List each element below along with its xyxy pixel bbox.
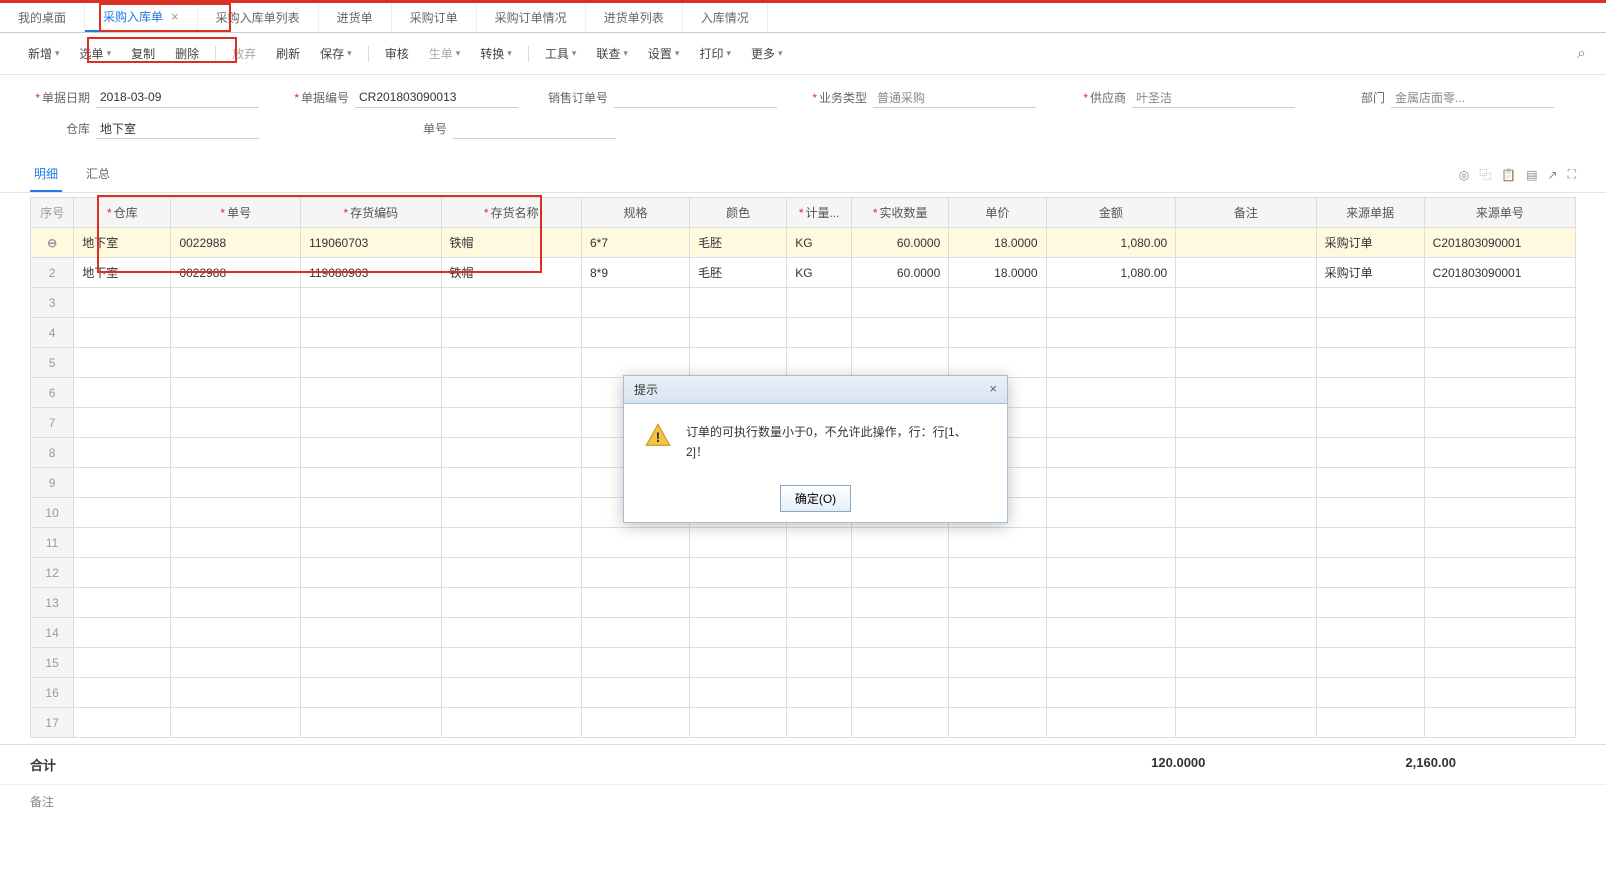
detail-tabs: 明细 汇总 ◎ ⿻ 📋 ▤ ↗ ⛶ xyxy=(0,157,1606,193)
settings-button[interactable]: 设置▾ xyxy=(640,41,688,66)
print-button[interactable]: 打印▾ xyxy=(691,41,739,66)
doc-date-input[interactable] xyxy=(96,87,259,108)
refresh-button[interactable]: 刷新 xyxy=(268,41,308,66)
select-button[interactable]: 选单▾ xyxy=(72,41,120,66)
close-icon[interactable]: × xyxy=(989,381,997,398)
col-price: 单价 xyxy=(949,198,1046,228)
lookup-button[interactable]: 联查▾ xyxy=(588,41,636,66)
tab-goods-in-list[interactable]: 进货单列表 xyxy=(586,3,683,32)
document-tabs: 我的桌面 采购入库单 × 采购入库单列表 进货单 采购订单 采购订单情况 进货单… xyxy=(0,3,1606,33)
dept-input[interactable] xyxy=(1391,87,1554,108)
copy-button[interactable]: 复制 xyxy=(123,41,163,66)
no-input[interactable] xyxy=(453,118,616,139)
sales-order-input[interactable] xyxy=(614,87,777,108)
warehouse-input[interactable] xyxy=(96,118,259,139)
totals-row: 合计 120.0000 2,160.00 xyxy=(0,744,1606,784)
tools-button[interactable]: 工具▾ xyxy=(537,41,585,66)
table-row[interactable]: 3 xyxy=(31,288,1576,318)
search-icon[interactable]: ⌕ xyxy=(1577,45,1586,63)
supplier-input[interactable] xyxy=(1132,87,1295,108)
col-stock-name: 存货名称 xyxy=(484,206,539,220)
no-label: 单号 xyxy=(387,120,447,137)
table-row[interactable]: 5 xyxy=(31,348,1576,378)
tab-purchase-order[interactable]: 采购订单 xyxy=(392,3,477,32)
tab-label: 采购入库单 xyxy=(103,8,163,25)
location-icon[interactable]: ◎ xyxy=(1459,168,1469,182)
more-button[interactable]: 更多▾ xyxy=(743,41,791,66)
table-row[interactable]: 12 xyxy=(31,558,1576,588)
generate-button[interactable]: 生单▾ xyxy=(421,41,469,66)
dialog-message: 订单的可执行数量小于0，不允许此操作，行：行[1、2]！ xyxy=(686,422,987,463)
svg-text:!: ! xyxy=(656,429,661,445)
subtab-detail[interactable]: 明细 xyxy=(30,157,62,192)
col-src-doc: 来源单据 xyxy=(1316,198,1424,228)
table-row[interactable]: 13 xyxy=(31,588,1576,618)
col-seq: 序号 xyxy=(31,198,74,228)
paste-icon[interactable]: 📋 xyxy=(1501,168,1516,182)
col-qty: 实收数量 xyxy=(873,206,928,220)
handler-label: 经手人 xyxy=(1584,89,1606,106)
delete-button[interactable]: 删除 xyxy=(167,41,207,66)
col-spec: 规格 xyxy=(581,198,689,228)
copy-icon[interactable]: ⿻ xyxy=(1479,166,1491,183)
warning-icon: ! xyxy=(644,422,672,450)
table-row[interactable]: 15 xyxy=(31,648,1576,678)
form-header: 单据日期 单据编号 销售订单号 业务类型 供应商 部门 经手人 仓库 单号 xyxy=(0,75,1606,157)
total-qty: 120.0000 xyxy=(1151,755,1205,774)
doc-date-label: 单据日期 xyxy=(30,89,90,106)
total-amount: 2,160.00 xyxy=(1405,755,1456,774)
audit-button[interactable]: 审核 xyxy=(377,41,417,66)
save-button[interactable]: 保存▾ xyxy=(312,41,360,66)
table-row[interactable]: 14 xyxy=(31,618,1576,648)
sales-order-label: 销售订单号 xyxy=(548,89,608,106)
supplier-label: 供应商 xyxy=(1066,89,1126,106)
total-label: 合计 xyxy=(30,755,56,774)
tab-purchase-receipt[interactable]: 采购入库单 × xyxy=(85,3,198,32)
ok-button[interactable]: 确定(O) xyxy=(780,485,851,512)
convert-button[interactable]: 转换▾ xyxy=(472,41,520,66)
alert-dialog: 提示 × ! 订单的可执行数量小于0，不允许此操作，行：行[1、2]！ 确定(O… xyxy=(623,375,1008,523)
table-row[interactable]: 16 xyxy=(31,678,1576,708)
tab-receipt-list[interactable]: 采购入库单列表 xyxy=(198,3,319,32)
table-row[interactable]: 2 地下室0022988119080903 铁帽8*9毛胚KG 60.00001… xyxy=(31,258,1576,288)
col-no: 单号 xyxy=(220,206,251,220)
dialog-title: 提示 xyxy=(634,381,658,398)
tab-goods-in[interactable]: 进货单 xyxy=(319,3,392,32)
col-color: 颜色 xyxy=(690,198,787,228)
tab-po-status[interactable]: 采购订单情况 xyxy=(477,3,586,32)
tab-desktop[interactable]: 我的桌面 xyxy=(0,3,85,32)
export-icon[interactable]: ↗ xyxy=(1548,168,1558,182)
subtab-summary[interactable]: 汇总 xyxy=(82,157,114,192)
table-row[interactable]: 4 xyxy=(31,318,1576,348)
col-unit: 计量... xyxy=(799,206,840,220)
biz-type-label: 业务类型 xyxy=(807,89,867,106)
dept-label: 部门 xyxy=(1325,89,1385,106)
new-button[interactable]: 新增▾ xyxy=(20,41,68,66)
col-stock-code: 存货编码 xyxy=(343,206,398,220)
toolbar: 新增▾ 选单▾ 复制 删除 放弃 刷新 保存▾ 审核 生单▾ 转换▾ 工具▾ 联… xyxy=(0,33,1606,75)
table-row[interactable]: ⊖ 地下室0022988119060703 铁帽6*7毛胚KG 60.00001… xyxy=(31,228,1576,258)
col-warehouse: 仓库 xyxy=(107,206,138,220)
columns-icon[interactable]: ▤ xyxy=(1526,168,1537,182)
abandon-button[interactable]: 放弃 xyxy=(224,41,264,66)
warehouse-label: 仓库 xyxy=(30,120,90,137)
table-row[interactable]: 17 xyxy=(31,708,1576,738)
col-src-no: 来源单号 xyxy=(1424,198,1575,228)
table-row[interactable]: 11 xyxy=(31,528,1576,558)
col-amount: 金额 xyxy=(1046,198,1176,228)
biz-type-input[interactable] xyxy=(873,87,1036,108)
tab-in-status[interactable]: 入库情况 xyxy=(683,3,768,32)
col-remark: 备注 xyxy=(1176,198,1316,228)
doc-no-label: 单据编号 xyxy=(289,89,349,106)
doc-no-input[interactable] xyxy=(355,87,518,108)
remark-label: 备注 xyxy=(0,784,1606,818)
close-icon[interactable]: × xyxy=(171,9,179,24)
expand-icon[interactable]: ⛶ xyxy=(1568,167,1576,182)
